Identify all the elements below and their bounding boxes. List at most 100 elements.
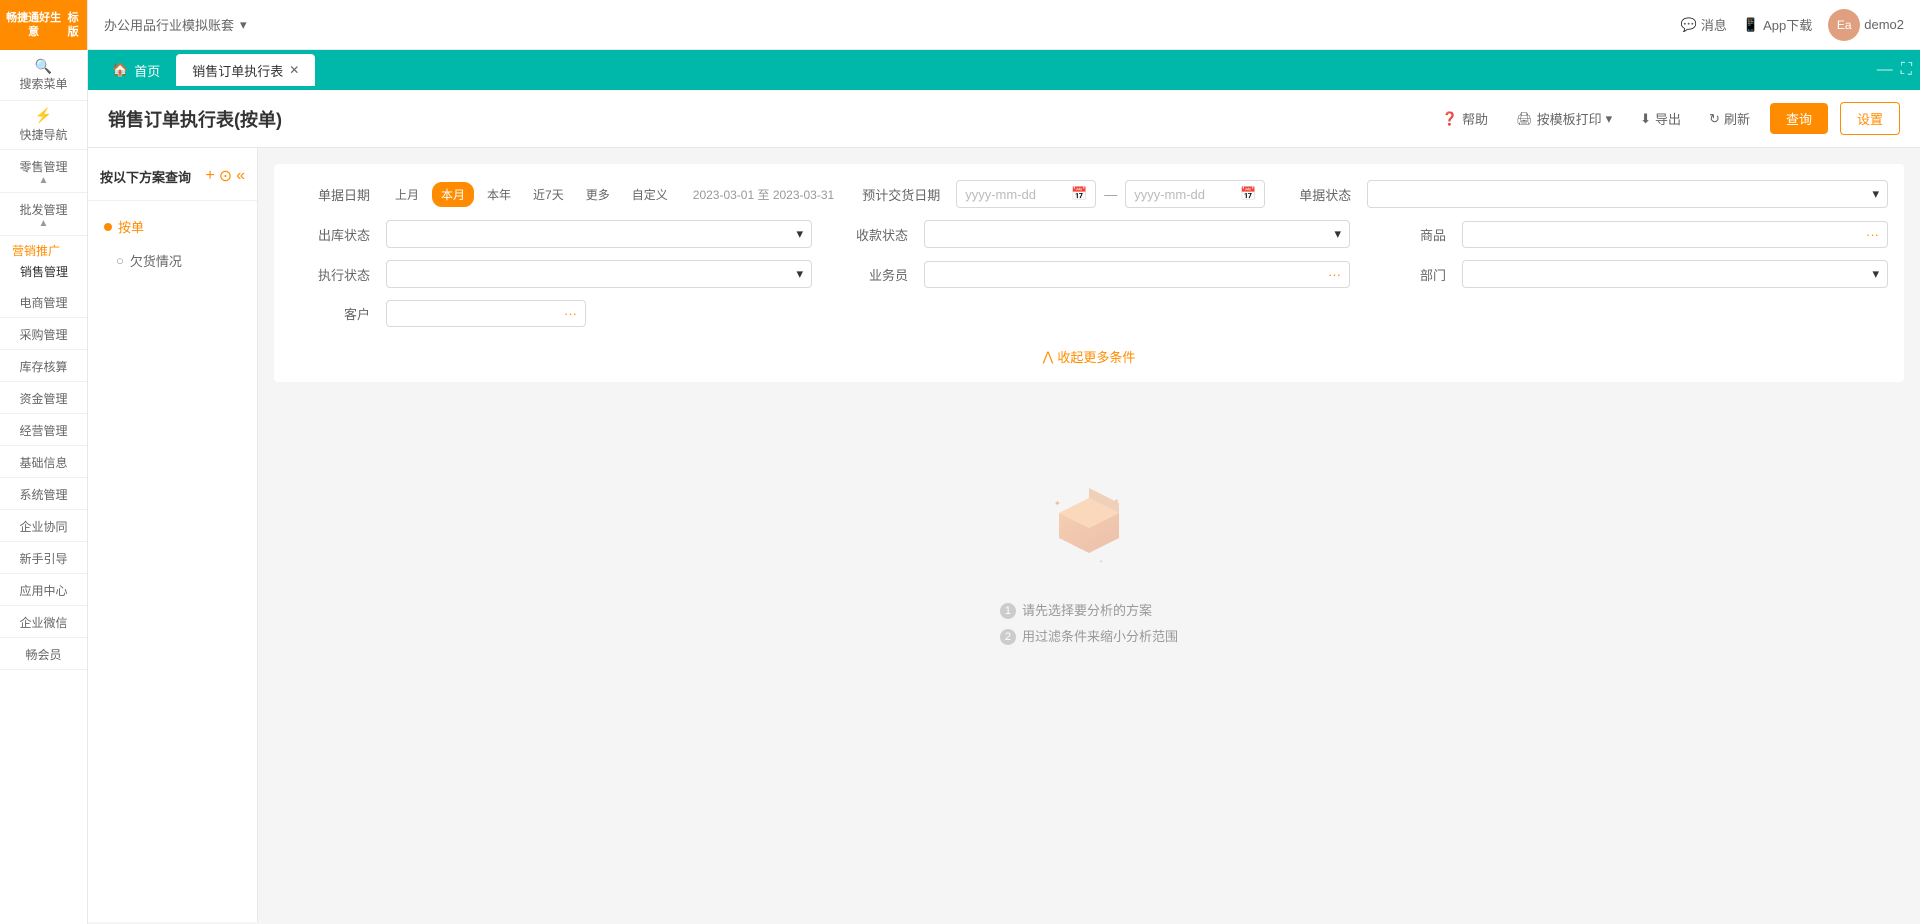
scheme-item-欠货情况[interactable]: ○ 欠货情况: [88, 244, 257, 277]
date-end-input[interactable]: yyyy-mm-dd 📅: [1125, 180, 1265, 208]
right-panel: 单据日期 上月 本月 本年 近7天 更多 自定义 2023-03-01 至 20…: [258, 148, 1920, 922]
collapse-filters-button[interactable]: ⋀ 收起更多条件: [290, 339, 1888, 366]
date-btn-last-month[interactable]: 上月: [386, 182, 428, 207]
help-icon: ❓: [1442, 111, 1458, 127]
sidebar-item-quick-nav[interactable]: ⚡ 快捷导航: [0, 101, 87, 150]
filter-row-exec: 执行状态 ▾ 业务员 ···: [290, 260, 1888, 288]
product-label: 商品: [1366, 225, 1446, 244]
message-action[interactable]: 💬 消息: [1681, 15, 1727, 34]
breadcrumb-chevron[interactable]: ▾: [240, 17, 247, 33]
help-button[interactable]: ❓ 帮助: [1434, 105, 1496, 132]
page-header-actions: ❓ 帮助 🖨 按模板打印 ▾ ⬇ 导出 ↻ 刷新 查询 设置: [1434, 102, 1900, 135]
page-title: 销售订单执行表(按单): [108, 106, 282, 132]
left-panel-header: 按以下方案查询 + ⊙ «: [88, 160, 257, 192]
sidebar-item-new-guide[interactable]: 新手引导: [0, 542, 87, 574]
topbar: 办公用品行业模拟账套 ▾ 💬 消息 📱 App下载 Ea demo2: [88, 0, 1920, 50]
sidebar-item-sales-mgmt[interactable]: 销售管理: [8, 261, 79, 282]
sidebar-subsection-marketing: 营销推广: [8, 240, 79, 261]
sidebar-item-sys-mgmt[interactable]: 系统管理: [0, 478, 87, 510]
date-btn-this-month[interactable]: 本月: [432, 182, 474, 207]
salesperson-label: 业务员: [828, 265, 908, 284]
sidebar-item-basic-info[interactable]: 基础信息: [0, 446, 87, 478]
add-scheme-button[interactable]: +: [205, 167, 214, 185]
dept-select[interactable]: ▾: [1462, 260, 1888, 288]
sidebar-item-enterprise[interactable]: 企业协同: [0, 510, 87, 542]
content: 销售订单执行表(按单) ❓ 帮助 🖨 按模板打印 ▾ ⬇ 导出 ↻ 刷新: [88, 90, 1920, 924]
calendar-icon: 📅: [1240, 186, 1256, 202]
date-range-separator: —: [1104, 187, 1117, 202]
tab-minimize-icon[interactable]: —: [1877, 61, 1893, 79]
collapse-icon: ⋀: [1043, 349, 1054, 365]
left-panel: 按以下方案查询 + ⊙ « 按单 ○ 欠货情况: [88, 148, 258, 922]
filter-row-status: 出库状态 ▾ 收款状态 ▾: [290, 220, 1888, 248]
filter-row-date: 单据日期 上月 本月 本年 近7天 更多 自定义 2023-03-01 至 20…: [290, 180, 1888, 208]
out-status-select[interactable]: ▾: [386, 220, 812, 248]
svg-text:✦: ✦: [1054, 499, 1061, 508]
query-button[interactable]: 查询: [1770, 103, 1828, 134]
customer-select[interactable]: ···: [386, 300, 586, 327]
exec-status-select[interactable]: ▾: [386, 260, 812, 288]
expected-date-label: 预计交货日期: [850, 185, 940, 204]
customer-more-icon: ···: [564, 306, 577, 321]
date-start-input[interactable]: yyyy-mm-dd 📅: [956, 180, 1096, 208]
tab-bar: 🏠 首页 销售订单执行表 ✕ — ⛶: [88, 50, 1920, 90]
collapse-panel-button[interactable]: «: [236, 167, 245, 185]
tab-maximize-icon[interactable]: ⛶: [1901, 61, 1912, 79]
sidebar-item-enterprise-wechat[interactable]: 企业微信: [0, 606, 87, 638]
sidebar-item-finance[interactable]: 资金管理: [0, 382, 87, 414]
content-body: 按以下方案查询 + ⊙ « 按单 ○ 欠货情况: [88, 148, 1920, 922]
exec-status-label: 执行状态: [290, 265, 370, 284]
copy-scheme-button[interactable]: ⊙: [219, 166, 232, 186]
export-button[interactable]: ⬇ 导出: [1632, 105, 1689, 132]
date-btn-last-7days[interactable]: 近7天: [524, 182, 573, 207]
receipt-status-chevron: ▾: [1334, 226, 1341, 242]
empty-state: ✦ ✦ ✦ 1 请先选择要分析的方案 2 用过滤条件来缩小分析范围: [274, 398, 1904, 730]
app-download-action[interactable]: 📱 App下载: [1743, 15, 1812, 34]
exec-status-chevron: ▾: [796, 266, 803, 282]
sidebar-item-batch-mgmt[interactable]: 批发管理 ▲: [0, 193, 87, 236]
tab-close-icon[interactable]: ✕: [289, 63, 299, 77]
out-status-chevron: ▾: [796, 226, 803, 242]
dept-label: 部门: [1366, 265, 1446, 284]
sidebar-item-purchase[interactable]: 采购管理: [0, 318, 87, 350]
scheme-item-按单[interactable]: 按单: [88, 209, 257, 244]
date-btn-custom[interactable]: 自定义: [623, 182, 677, 207]
sidebar-item-ecommerce[interactable]: 电商管理: [0, 286, 87, 318]
main-area: 办公用品行业模拟账套 ▾ 💬 消息 📱 App下载 Ea demo2 🏠 首页: [88, 0, 1920, 924]
sidebar-item-app-center[interactable]: 应用中心: [0, 574, 87, 606]
svg-text:✦: ✦: [1099, 559, 1103, 565]
refresh-button[interactable]: ↻ 刷新: [1701, 105, 1758, 132]
export-icon: ⬇: [1640, 111, 1651, 127]
doc-status-select[interactable]: ▾: [1367, 180, 1888, 208]
date-quick-buttons: 上月 本月 本年 近7天 更多 自定义: [386, 182, 677, 207]
page-header: 销售订单执行表(按单) ❓ 帮助 🖨 按模板打印 ▾ ⬇ 导出 ↻ 刷新: [88, 90, 1920, 148]
sidebar-item-zero-sale[interactable]: 零售管理 ▲: [0, 150, 87, 193]
sidebar-item-operations[interactable]: 经营管理: [0, 414, 87, 446]
empty-tip-1: 1 请先选择要分析的方案: [1000, 598, 1178, 624]
print-button[interactable]: 🖨 按模板打印 ▾: [1508, 105, 1620, 132]
panel-divider: [88, 200, 257, 201]
date-range-display: 2023-03-01 至 2023-03-31: [693, 186, 834, 203]
search-menu-item[interactable]: 🔍 搜索菜单: [0, 50, 87, 101]
app-logo: 畅捷通好生意 标版: [0, 0, 87, 50]
salesperson-select[interactable]: ···: [924, 261, 1350, 288]
sidebar-item-member[interactable]: 畅会员: [0, 638, 87, 670]
breadcrumb: 办公用品行业模拟账套 ▾: [104, 15, 1665, 34]
sub-item-icon: ○: [116, 253, 124, 268]
empty-state-icon: ✦ ✦ ✦: [1039, 478, 1139, 578]
empty-tips: 1 请先选择要分析的方案 2 用过滤条件来缩小分析范围: [1000, 598, 1178, 650]
settings-button[interactable]: 设置: [1840, 102, 1900, 135]
refresh-icon: ↻: [1709, 111, 1720, 127]
sidebar: 畅捷通好生意 标版 🔍 搜索菜单 ⚡ 快捷导航 零售管理 ▲ 批发管理 ▲ 营销…: [0, 0, 88, 924]
receipt-status-select[interactable]: ▾: [924, 220, 1350, 248]
date-range-picker: yyyy-mm-dd 📅 — yyyy-mm-dd 📅: [956, 180, 1265, 208]
tab-home[interactable]: 🏠 首页: [96, 54, 176, 86]
sidebar-item-inventory[interactable]: 库存核算: [0, 350, 87, 382]
app-download-icon: 📱: [1743, 17, 1759, 33]
tab-sales-order[interactable]: 销售订单执行表 ✕: [176, 54, 315, 86]
date-btn-this-year[interactable]: 本年: [478, 182, 520, 207]
date-btn-more[interactable]: 更多: [577, 182, 619, 207]
user-profile-action[interactable]: Ea demo2: [1828, 9, 1904, 41]
active-indicator: [104, 223, 112, 231]
product-select[interactable]: ···: [1462, 221, 1888, 248]
